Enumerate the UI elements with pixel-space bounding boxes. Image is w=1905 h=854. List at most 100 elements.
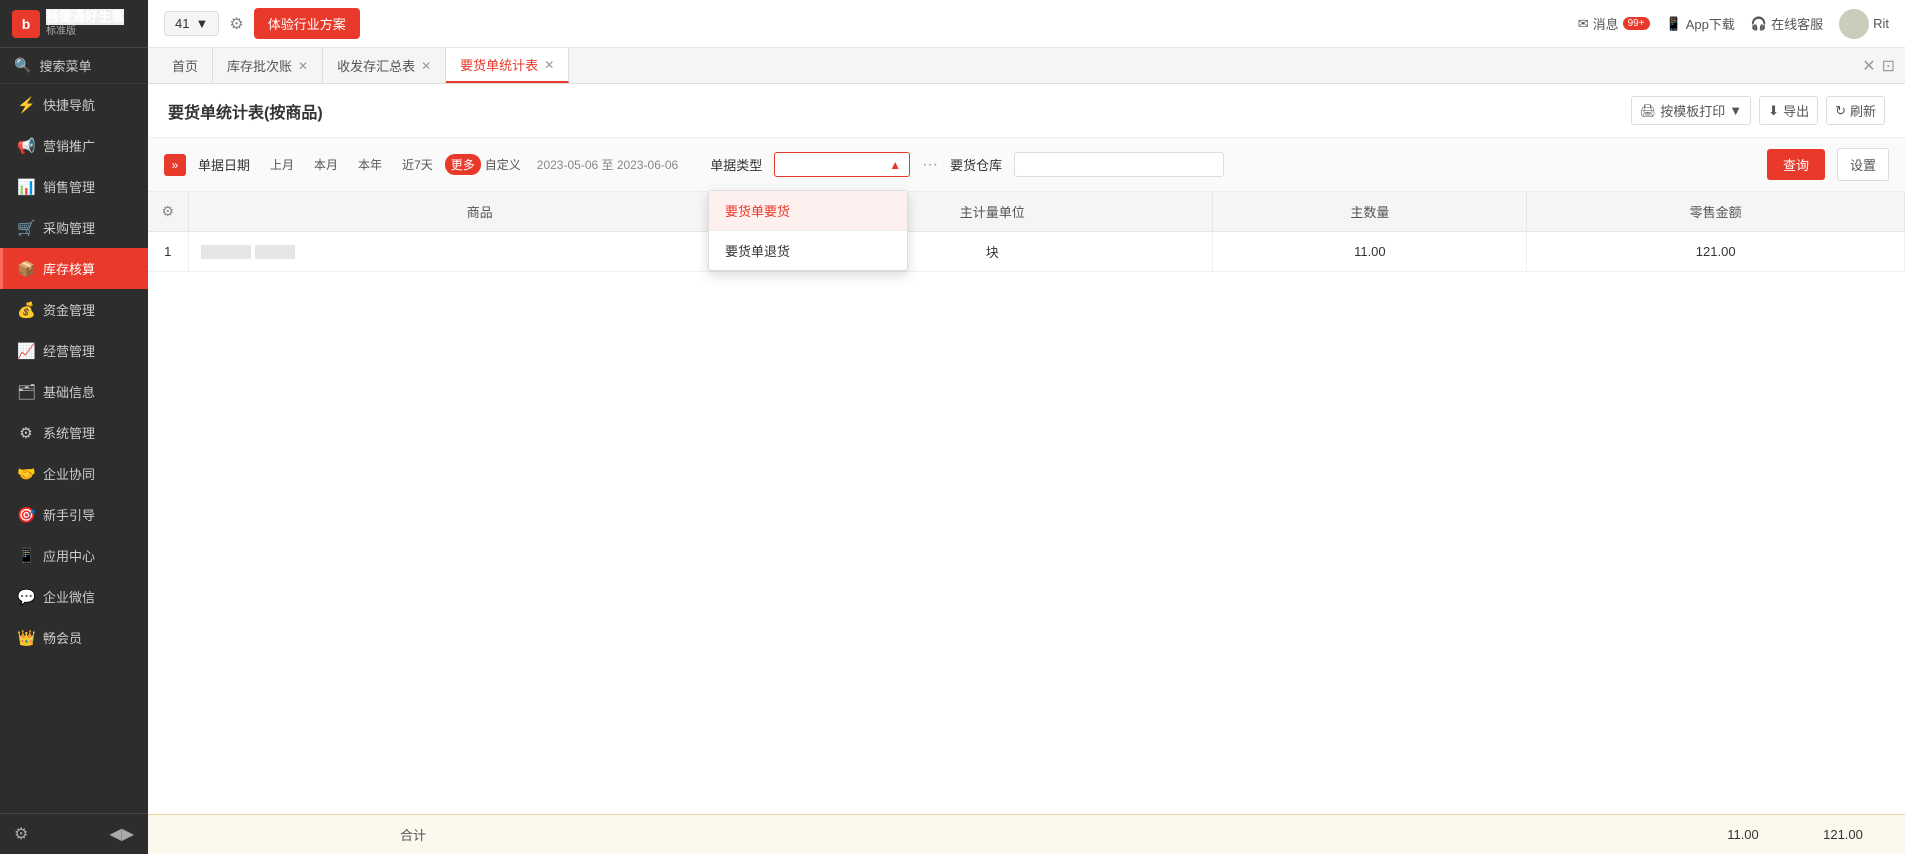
type-select-input[interactable]: [783, 157, 883, 172]
last-month-button[interactable]: 上月: [262, 153, 302, 176]
sidebar-item-member[interactable]: 👑 畅会员: [0, 617, 148, 658]
dropdown-item-order-goods[interactable]: 要货单要货: [709, 191, 907, 231]
sidebar-item-inventory[interactable]: 📦 库存核算: [0, 248, 148, 289]
sidebar-item-system[interactable]: ⚙ 系统管理: [0, 412, 148, 453]
tab-batch-account[interactable]: 库存批次账 ✕: [213, 48, 323, 83]
date-range-display: 2023-05-06 至 2023-06-06: [537, 156, 678, 173]
close-all-tabs-button[interactable]: ✕: [1862, 56, 1875, 76]
store-selector[interactable]: 41 ▼: [164, 11, 219, 36]
tab-home[interactable]: 首页: [158, 48, 213, 83]
dropdown-item-order-return[interactable]: 要货单退货: [709, 231, 907, 270]
type-select[interactable]: ▲: [774, 152, 910, 177]
sidebar-item-purchase[interactable]: 🛒 采购管理: [0, 207, 148, 248]
export-button[interactable]: ⬇ 导出: [1759, 96, 1818, 125]
row-index: 1: [148, 232, 188, 272]
more-dates-button[interactable]: 更多: [445, 154, 481, 175]
filter-bar: » 单据日期 上月 本月 本年 近7天 更多 自定义 2023-05-06 至 …: [148, 138, 1905, 192]
topbar: 41 ▼ ⚙ 体验行业方案 ✉ 消息 99+ 📱 App下载 🎧 在线客服 R: [148, 0, 1905, 48]
print-button[interactable]: 🖨 按模板打印 ▼: [1631, 96, 1751, 125]
trial-button[interactable]: 体验行业方案: [254, 8, 360, 39]
expand-filter-button[interactable]: »: [164, 154, 186, 176]
tabbar: 首页 库存批次账 ✕ 收发存汇总表 ✕ 要货单统计表 ✕ ✕ ⊡: [148, 48, 1905, 84]
app-logo-text: 畅捷通好生意 标准版: [46, 9, 124, 39]
app-logo-icon: b: [12, 10, 40, 38]
app-download-button[interactable]: 📱 App下载: [1666, 14, 1735, 33]
online-service-button[interactable]: 🎧 在线客服: [1751, 14, 1823, 33]
sidebar-item-quick-nav[interactable]: ⚡ 快捷导航: [0, 84, 148, 125]
col-product: 商品: [188, 192, 772, 232]
store-dropdown-icon: ▼: [195, 16, 208, 31]
tab-receivable[interactable]: 收发存汇总表 ✕: [323, 48, 446, 83]
data-table: ⚙ 商品 主计量单位 主数量 零售金额 1: [148, 192, 1905, 272]
main-area: 41 ▼ ⚙ 体验行业方案 ✉ 消息 99+ 📱 App下载 🎧 在线客服 R: [148, 0, 1905, 854]
basic-icon: 🗂: [17, 383, 35, 401]
warehouse-filter-label: 要货仓库: [950, 155, 1002, 174]
page-content: 要货单统计表(按商品) 🖨 按模板打印 ▼ ⬇ 导出 ↻ 刷新 »: [148, 84, 1905, 854]
print-dropdown-icon: ▼: [1729, 103, 1742, 118]
enterprise-icon: 🤝: [17, 465, 35, 483]
nav-items: ⚡ 快捷导航 📢 营销推广 📊 销售管理 🛒 采购管理 📦 库存核算 💰 资金管…: [0, 84, 148, 813]
type-dropdown: 要货单要货 要货单退货: [708, 190, 908, 271]
this-year-button[interactable]: 本年: [350, 153, 390, 176]
col-quantity: 主数量: [1213, 192, 1527, 232]
col-settings[interactable]: ⚙: [148, 192, 188, 232]
row-quantity: 11.00: [1213, 232, 1527, 272]
tab-order-stats[interactable]: 要货单统计表 ✕: [446, 48, 569, 83]
refresh-button[interactable]: ↻ 刷新: [1826, 96, 1885, 125]
sidebar-item-business[interactable]: 📈 经营管理: [0, 330, 148, 371]
last-7-days-button[interactable]: 近7天: [394, 153, 441, 176]
sidebar-item-enterprise[interactable]: 🤝 企业协同: [0, 453, 148, 494]
sidebar-logo: b 畅捷通好生意 标准版: [0, 0, 148, 48]
store-name: 41: [175, 16, 189, 31]
column-settings-icon[interactable]: ⚙: [161, 203, 174, 219]
custom-date-button[interactable]: 自定义: [485, 156, 521, 173]
sales-icon: 📊: [17, 178, 35, 196]
page-actions: 🖨 按模板打印 ▼ ⬇ 导出 ↻ 刷新: [1631, 96, 1885, 125]
close-batch-account-tab[interactable]: ✕: [298, 59, 308, 73]
sidebar: b 畅捷通好生意 标准版 🔍 搜索菜单 ⚡ 快捷导航 📢 营销推广 📊 销售管理…: [0, 0, 148, 854]
sidebar-item-guide[interactable]: 🎯 新手引导: [0, 494, 148, 535]
footer-quantity: 11.00: [1693, 827, 1793, 842]
close-order-stats-tab[interactable]: ✕: [544, 58, 554, 72]
query-button[interactable]: 查询: [1767, 149, 1825, 180]
close-receivable-tab[interactable]: ✕: [421, 59, 431, 73]
guide-icon: 🎯: [17, 506, 35, 524]
sidebar-item-marketing[interactable]: 📢 营销推广: [0, 125, 148, 166]
finance-icon: 💰: [17, 301, 35, 319]
setting-button[interactable]: 设置: [1837, 148, 1889, 181]
sidebar-item-basic[interactable]: 🗂 基础信息: [0, 371, 148, 412]
settings-gear-icon[interactable]: ⚙: [229, 14, 243, 34]
more-filter-options[interactable]: ···: [922, 156, 938, 174]
product-code-placeholder: [255, 245, 295, 259]
settings-footer-button[interactable]: ⚙: [14, 824, 28, 844]
user-avatar[interactable]: Rit: [1839, 9, 1889, 39]
sidebar-item-app-center[interactable]: 📱 应用中心: [0, 535, 148, 576]
sidebar-item-wechat[interactable]: 💬 企业微信: [0, 576, 148, 617]
search-icon: 🔍: [14, 57, 31, 74]
row-amount: 121.00: [1527, 232, 1905, 272]
shrink-tabs-button[interactable]: ⊡: [1882, 56, 1895, 76]
table-row: 1 块 11.00 121.00: [148, 232, 1905, 272]
date-filter-label: 单据日期: [198, 155, 250, 174]
sidebar-item-sales[interactable]: 📊 销售管理: [0, 166, 148, 207]
quick-nav-icon: ⚡: [17, 96, 35, 114]
table-footer: 合计 11.00 121.00: [148, 814, 1905, 854]
message-icon: ✉: [1578, 16, 1589, 32]
marketing-icon: 📢: [17, 137, 35, 155]
system-icon: ⚙: [17, 424, 35, 442]
member-icon: 👑: [17, 629, 35, 647]
export-icon: ⬇: [1768, 103, 1779, 119]
app-center-icon: 📱: [17, 547, 35, 565]
sidebar-item-finance[interactable]: 💰 资金管理: [0, 289, 148, 330]
topbar-left: 41 ▼ ⚙ 体验行业方案: [164, 8, 360, 39]
table-wrap: ⚙ 商品 主计量单位 主数量 零售金额 1: [148, 192, 1905, 814]
warehouse-input[interactable]: [1014, 152, 1224, 177]
purchase-icon: 🛒: [17, 219, 35, 237]
footer-amount: 121.00: [1793, 827, 1893, 842]
collapse-sidebar-button[interactable]: ◀▶: [109, 824, 134, 844]
this-month-button[interactable]: 本月: [306, 153, 346, 176]
messages-button[interactable]: ✉ 消息 99+: [1578, 14, 1650, 33]
business-icon: 📈: [17, 342, 35, 360]
search-menu-item[interactable]: 🔍 搜索菜单: [0, 48, 148, 84]
type-filter-label: 单据类型: [710, 155, 762, 174]
